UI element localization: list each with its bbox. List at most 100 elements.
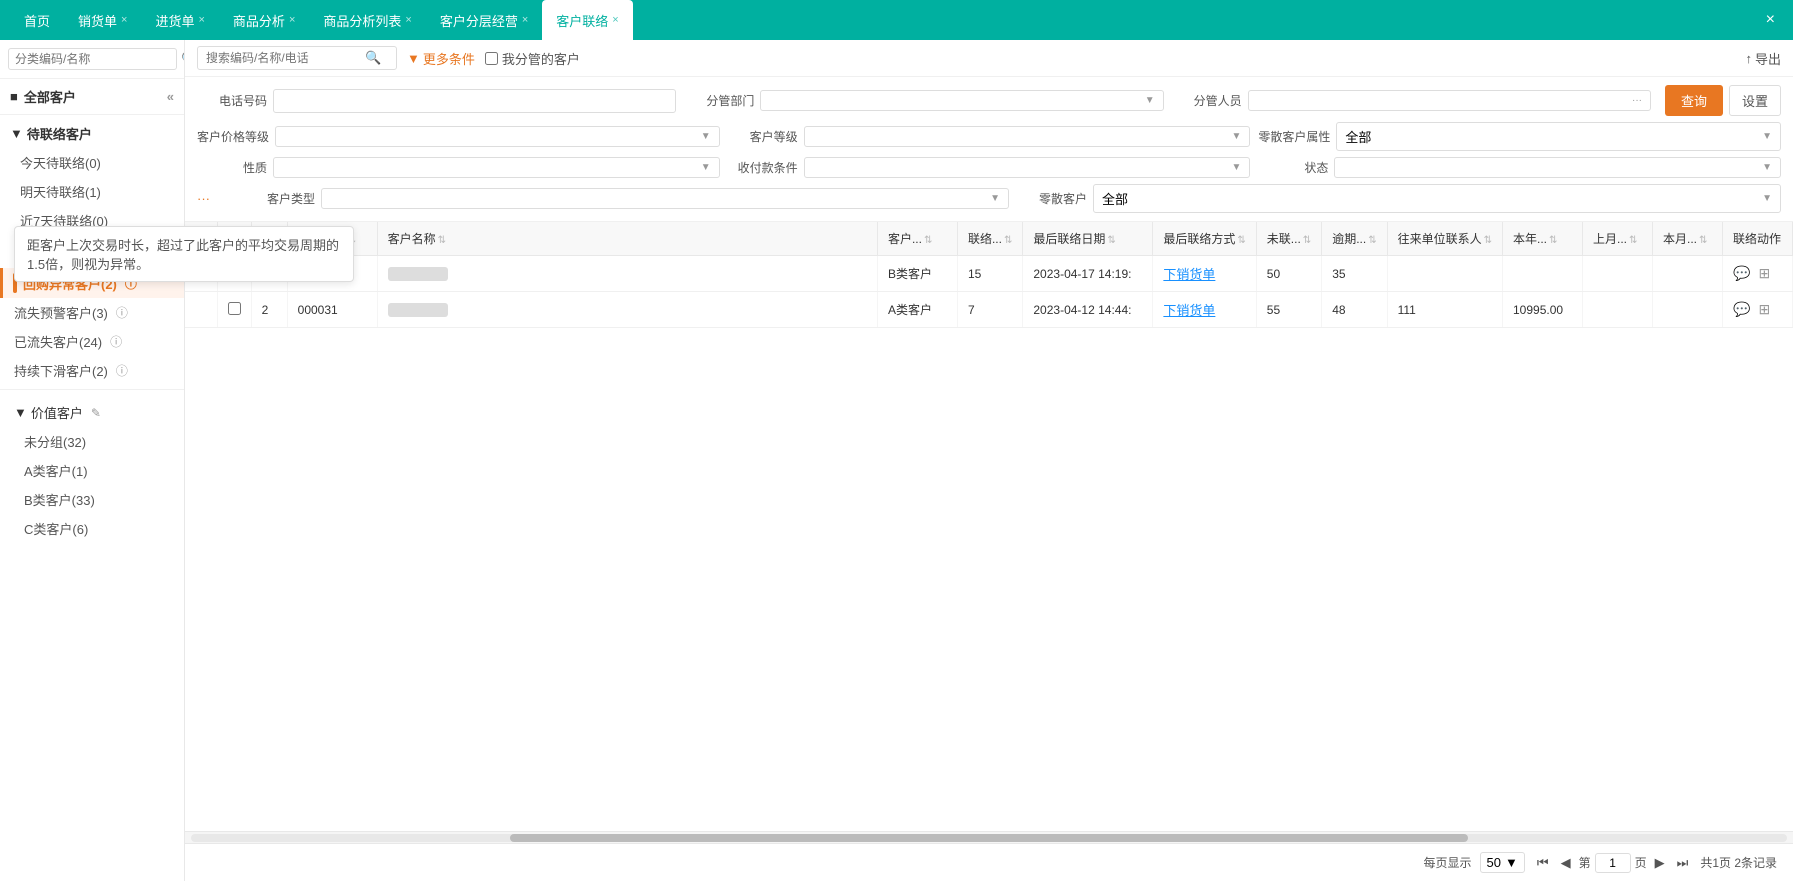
- query-button[interactable]: 查询: [1665, 85, 1723, 116]
- filter-customer-grade-select[interactable]: ▼: [804, 126, 1251, 147]
- filter-status-select[interactable]: ▼: [1334, 157, 1781, 178]
- row1-more-icon[interactable]: ⊞: [1758, 265, 1770, 282]
- sidebar-item-today[interactable]: 今天待联络(0): [0, 148, 184, 177]
- row2-actions: 💬 ⊞: [1723, 292, 1793, 328]
- row1-way-link[interactable]: 下销货单: [1163, 267, 1215, 282]
- prev-page-btn[interactable]: ◀: [1557, 853, 1575, 873]
- main-layout: 🔍 ■ 全部客户 « ▼ 待联络客户 今天待联络(0) 明天待联络(1) 近7天…: [0, 40, 1793, 881]
- filter-payment-select[interactable]: ▼: [804, 157, 1251, 178]
- page-of-text: 页: [1635, 854, 1647, 871]
- filter-scatter-customer-select[interactable]: 全部 ▼: [1093, 184, 1781, 213]
- row1-actions: 💬 ⊞: [1723, 256, 1793, 292]
- filter-price-grade-select[interactable]: ▼: [275, 126, 720, 147]
- per-page-select[interactable]: 50 ▼: [1480, 852, 1525, 873]
- filter-nature-arrow: ▼: [701, 162, 711, 173]
- nav-tab-sales[interactable]: 销货单 ×: [64, 0, 141, 40]
- nav-tab-customer-tier-close[interactable]: ×: [522, 14, 528, 26]
- my-customer-checkbox[interactable]: [485, 52, 498, 65]
- row1-message-icon[interactable]: 💬: [1733, 265, 1750, 282]
- row2-way[interactable]: 下销货单: [1153, 292, 1256, 328]
- sidebar-search-input[interactable]: [8, 48, 177, 70]
- filter-more-label: 更多条件: [423, 49, 475, 68]
- h-scroll-track[interactable]: [191, 834, 1787, 842]
- filter-more-btn[interactable]: ▼ 更多条件: [407, 49, 475, 68]
- filter-scatter-attr-select[interactable]: 全部 ▼: [1336, 122, 1781, 151]
- nav-tab-customer-contact[interactable]: 客户联络 ×: [542, 0, 632, 40]
- filter-status: 状态 ▼: [1258, 157, 1781, 178]
- col-way-header[interactable]: 最后联络方式⇅: [1153, 222, 1256, 256]
- h-scroll-thumb[interactable]: [510, 834, 1468, 842]
- first-page-btn[interactable]: ⏮: [1533, 853, 1553, 873]
- col-year-header[interactable]: 本年...⇅: [1503, 222, 1583, 256]
- filter-status-arrow: ▼: [1762, 162, 1772, 173]
- filter-customer-type-select[interactable]: ▼: [321, 188, 1009, 209]
- row2-checkbox[interactable]: [217, 292, 251, 328]
- search-input[interactable]: [206, 51, 361, 65]
- row2-more-icon[interactable]: ⊞: [1758, 301, 1770, 318]
- window-close-button[interactable]: ×: [1758, 11, 1783, 29]
- sidebar-subitem-c[interactable]: C类客户(6): [0, 514, 184, 543]
- settings-button[interactable]: 设置: [1729, 85, 1781, 116]
- page-number-input[interactable]: [1595, 853, 1631, 873]
- row2-unread: 55: [1256, 292, 1321, 328]
- row1-way[interactable]: 下销货单: [1153, 256, 1256, 292]
- row2-way-link[interactable]: 下销货单: [1163, 303, 1215, 318]
- col-date-header[interactable]: 最后联络日期⇅: [1023, 222, 1153, 256]
- row1-overdue: 35: [1322, 256, 1387, 292]
- nav-tab-purchase-close[interactable]: ×: [198, 14, 204, 26]
- sidebar-item-tomorrow[interactable]: 明天待联络(1): [0, 177, 184, 206]
- nav-tab-sales-label: 销货单: [78, 11, 117, 30]
- last-page-btn[interactable]: ⏭: [1673, 853, 1693, 873]
- col-contact-header[interactable]: 联络...⇅: [957, 222, 1022, 256]
- sidebar-item-churned[interactable]: 已流失客户(24) ⓘ: [0, 327, 184, 356]
- nav-tab-product-list-close[interactable]: ×: [405, 14, 411, 26]
- sidebar-subitem-b[interactable]: B类客户(33): [0, 485, 184, 514]
- row2-check[interactable]: [228, 302, 241, 315]
- row2-message-icon[interactable]: 💬: [1733, 301, 1750, 318]
- nav-tab-customer-tier[interactable]: 客户分层经营 ×: [426, 0, 542, 40]
- edit-icon[interactable]: ✎: [91, 406, 101, 420]
- filter-person-select[interactable]: ···: [1248, 90, 1651, 111]
- row1-thismonth: [1653, 256, 1723, 292]
- search-input-wrap: 🔍: [197, 46, 397, 70]
- sidebar-group-pending-title[interactable]: ▼ 待联络客户: [0, 119, 184, 148]
- nav-tab-product-analysis-close[interactable]: ×: [289, 14, 295, 26]
- row2-date: 2023-04-12 14:44:: [1023, 292, 1153, 328]
- col-unread-header[interactable]: 未联...⇅: [1256, 222, 1321, 256]
- col-type-header[interactable]: 客户...⇅: [877, 222, 957, 256]
- col-person-header[interactable]: 往来单位联系人⇅: [1387, 222, 1502, 256]
- sidebar-item-declining[interactable]: 持续下滑客户(2) ⓘ: [0, 356, 184, 385]
- filter-actions: 查询 设置: [1665, 85, 1781, 116]
- top-nav: 首页 销货单 × 进货单 × 商品分析 × 商品分析列表 × 客户分层经营 × …: [0, 0, 1793, 40]
- filter-phone-input[interactable]: [273, 89, 676, 113]
- filter-ellipsis-label: ···: [197, 191, 210, 206]
- nav-tab-home[interactable]: 首页: [10, 0, 64, 40]
- row2-overdue: 48: [1322, 292, 1387, 328]
- next-page-btn[interactable]: ▶: [1651, 853, 1669, 873]
- sidebar-value-group-title[interactable]: ▼ 价值客户 ✎: [0, 398, 184, 427]
- col-lastmonth-header[interactable]: 上月...⇅: [1583, 222, 1653, 256]
- sidebar-group-pending-label: 待联络客户: [27, 124, 92, 143]
- nav-tab-customer-contact-close[interactable]: ×: [612, 14, 618, 26]
- export-button[interactable]: ↑ 导出: [1745, 49, 1781, 68]
- search-input-icon[interactable]: 🔍: [365, 50, 381, 66]
- col-name-header[interactable]: 客户名称⇅: [377, 222, 877, 256]
- nav-tab-purchase[interactable]: 进货单 ×: [141, 0, 218, 40]
- filter-bar: 🔍 ▼ 更多条件 我分管的客户 ↑ 导出: [185, 40, 1793, 77]
- col-thismonth-header[interactable]: 本月...⇅: [1653, 222, 1723, 256]
- sidebar-item-churn-warning[interactable]: 流失预警客户(3) ⓘ: [0, 298, 184, 327]
- export-label: 导出: [1755, 49, 1781, 68]
- table-area: ⚙ 客户编码⇅ 客户名称⇅ 客户...⇅: [185, 222, 1793, 831]
- sidebar-subitem-a[interactable]: A类客户(1): [0, 456, 184, 485]
- filter-nature-select[interactable]: ▼: [273, 157, 720, 178]
- nav-tab-product-analysis[interactable]: 商品分析 ×: [219, 0, 309, 40]
- nav-tab-sales-close[interactable]: ×: [121, 14, 127, 26]
- col-overdue-header[interactable]: 逾期...⇅: [1322, 222, 1387, 256]
- filter-nature-label: 性质: [197, 159, 267, 176]
- sidebar-collapse-icon[interactable]: «: [167, 89, 174, 104]
- sidebar-subitem-ungroup[interactable]: 未分组(32): [0, 427, 184, 456]
- info-icon4: ⓘ: [116, 362, 128, 379]
- nav-tab-product-list[interactable]: 商品分析列表 ×: [309, 0, 425, 40]
- filter-dept-select[interactable]: ▼: [760, 90, 1163, 111]
- my-customer-filter[interactable]: 我分管的客户: [485, 49, 580, 68]
